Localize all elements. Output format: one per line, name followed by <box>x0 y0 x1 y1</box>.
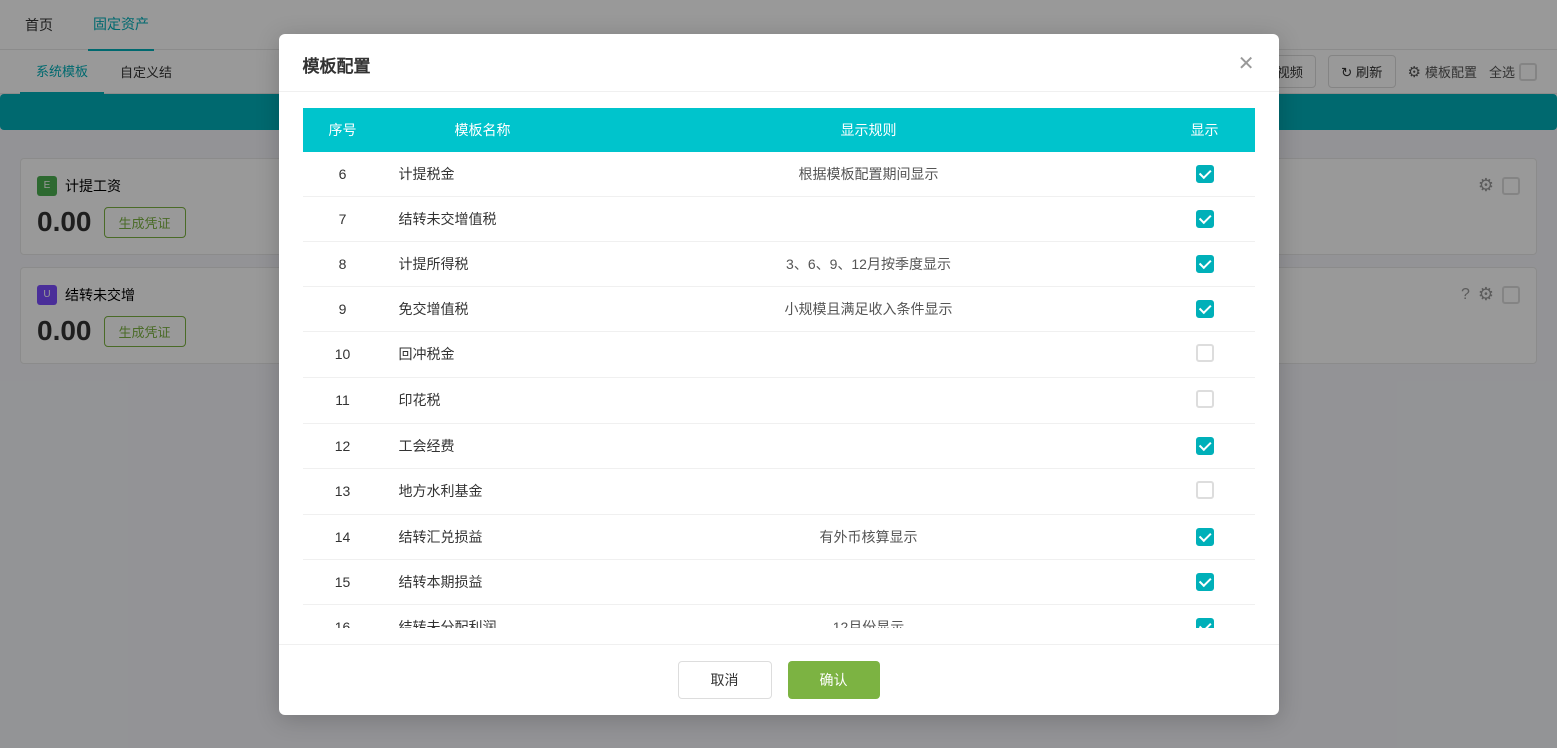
cell-display <box>1155 152 1255 197</box>
checkbox-row-9[interactable] <box>1196 573 1214 591</box>
confirm-button[interactable]: 确认 <box>788 661 880 699</box>
table-row: 7结转未交增值税 <box>303 196 1255 241</box>
table-row: 12工会经费 <box>303 423 1255 468</box>
cell-display <box>1155 468 1255 514</box>
cell-rule: 根据模板配置期间显示 <box>583 152 1155 197</box>
cell-rule <box>583 559 1155 604</box>
cell-name: 免交增值税 <box>383 286 583 331</box>
cell-seq: 10 <box>303 331 383 377</box>
cell-rule <box>583 331 1155 377</box>
modal-header: 模板配置 ✕ <box>279 34 1279 92</box>
table-row: 8计提所得税3、6、9、12月按季度显示 <box>303 241 1255 286</box>
cell-display <box>1155 196 1255 241</box>
cell-seq: 11 <box>303 377 383 423</box>
cell-seq: 14 <box>303 514 383 559</box>
cell-seq: 16 <box>303 604 383 628</box>
cell-display <box>1155 286 1255 331</box>
cell-name: 计提税金 <box>383 152 583 197</box>
table-row: 11印花税 <box>303 377 1255 423</box>
table-header-row: 序号 模板名称 显示规则 显示 <box>303 108 1255 152</box>
checkbox-row-2[interactable] <box>1196 255 1214 273</box>
modal-overlay: 模板配置 ✕ 序号 模板名称 显示规则 显示 6计提税金根据模板配置期间显示7结… <box>0 0 1557 748</box>
cell-name: 结转本期损益 <box>383 559 583 604</box>
cell-name: 结转汇兑损益 <box>383 514 583 559</box>
cell-name: 结转未分配利润 <box>383 604 583 628</box>
checkbox-row-6[interactable] <box>1196 437 1214 455</box>
table-row: 10回冲税金 <box>303 331 1255 377</box>
cell-display <box>1155 331 1255 377</box>
cell-seq: 13 <box>303 468 383 514</box>
table-wrapper[interactable]: 序号 模板名称 显示规则 显示 6计提税金根据模板配置期间显示7结转未交增值税8… <box>303 108 1255 628</box>
cell-seq: 15 <box>303 559 383 604</box>
cell-rule <box>583 423 1155 468</box>
cell-rule <box>583 196 1155 241</box>
modal-footer: 取消 确认 <box>279 644 1279 715</box>
checkbox-row-10[interactable] <box>1196 618 1214 628</box>
cell-rule <box>583 377 1155 423</box>
cell-name: 回冲税金 <box>383 331 583 377</box>
cell-rule <box>583 468 1155 514</box>
cell-rule: 小规模且满足收入条件显示 <box>583 286 1155 331</box>
cell-seq: 12 <box>303 423 383 468</box>
table-row: 9免交增值税小规模且满足收入条件显示 <box>303 286 1255 331</box>
cell-seq: 6 <box>303 152 383 197</box>
checkbox-row-1[interactable] <box>1196 210 1214 228</box>
checkbox-row-5[interactable] <box>1196 390 1214 408</box>
cancel-button[interactable]: 取消 <box>678 661 772 699</box>
cell-seq: 9 <box>303 286 383 331</box>
modal-title: 模板配置 <box>303 52 371 77</box>
table-row: 13地方水利基金 <box>303 468 1255 514</box>
table-row: 15结转本期损益 <box>303 559 1255 604</box>
table-row: 14结转汇兑损益有外币核算显示 <box>303 514 1255 559</box>
checkbox-row-3[interactable] <box>1196 300 1214 318</box>
cell-display <box>1155 241 1255 286</box>
modal-close-button[interactable]: ✕ <box>1238 54 1255 74</box>
table-row: 6计提税金根据模板配置期间显示 <box>303 152 1255 197</box>
cell-name: 地方水利基金 <box>383 468 583 514</box>
cell-display <box>1155 514 1255 559</box>
config-table: 序号 模板名称 显示规则 显示 6计提税金根据模板配置期间显示7结转未交增值税8… <box>303 108 1255 628</box>
col-header-seq: 序号 <box>303 108 383 152</box>
checkbox-row-0[interactable] <box>1196 165 1214 183</box>
cell-rule: 3、6、9、12月按季度显示 <box>583 241 1155 286</box>
cell-rule: 12月份显示 <box>583 604 1155 628</box>
cell-display <box>1155 604 1255 628</box>
col-header-display: 显示 <box>1155 108 1255 152</box>
cell-display <box>1155 559 1255 604</box>
col-header-rule: 显示规则 <box>583 108 1155 152</box>
modal-body: 序号 模板名称 显示规则 显示 6计提税金根据模板配置期间显示7结转未交增值税8… <box>279 92 1279 644</box>
checkbox-row-4[interactable] <box>1196 344 1214 362</box>
cell-name: 结转未交增值税 <box>383 196 583 241</box>
checkbox-row-7[interactable] <box>1196 481 1214 499</box>
cell-name: 工会经费 <box>383 423 583 468</box>
cell-rule: 有外币核算显示 <box>583 514 1155 559</box>
cell-display <box>1155 423 1255 468</box>
cell-seq: 8 <box>303 241 383 286</box>
checkbox-row-8[interactable] <box>1196 528 1214 546</box>
table-row: 16结转未分配利润12月份显示 <box>303 604 1255 628</box>
col-header-name: 模板名称 <box>383 108 583 152</box>
cell-name: 计提所得税 <box>383 241 583 286</box>
cell-display <box>1155 377 1255 423</box>
template-config-modal: 模板配置 ✕ 序号 模板名称 显示规则 显示 6计提税金根据模板配置期间显示7结… <box>279 34 1279 715</box>
cell-seq: 7 <box>303 196 383 241</box>
cell-name: 印花税 <box>383 377 583 423</box>
